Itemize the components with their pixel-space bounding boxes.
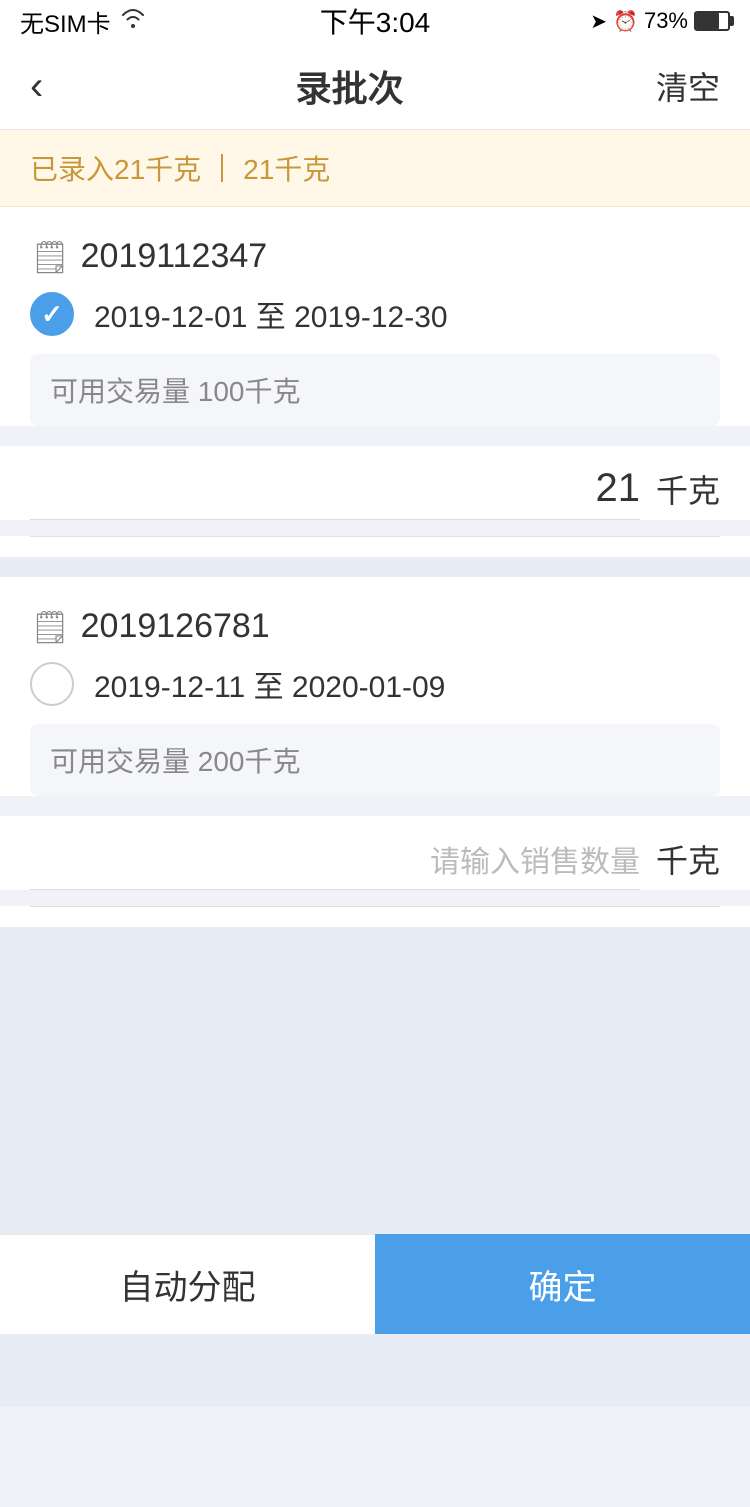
confirm-button[interactable]: 确定 <box>375 1234 750 1334</box>
auto-distribute-button[interactable]: 自动分配 <box>0 1234 375 1334</box>
status-right: ➤ ⏰ 73% <box>590 8 730 34</box>
section-divider <box>0 557 750 577</box>
quantity-row-2: 请输入销售数量 千克 <box>0 816 750 890</box>
radio-2[interactable] <box>30 662 74 706</box>
batch-date-2: 2019-12-11 至 2020-01-09 <box>94 662 445 706</box>
back-button[interactable]: ‹ <box>30 66 43 106</box>
batch-id-1: 2019112347 <box>81 237 268 276</box>
batch-header-1: 🗒 2019112347 <box>30 237 720 276</box>
sim-label: 无SIM卡 <box>20 4 111 39</box>
quantity-value-1[interactable]: 21 <box>595 466 640 511</box>
available-row-2: 可用交易量 200千克 <box>30 724 720 796</box>
batch-row-2[interactable]: 2019-12-11 至 2020-01-09 <box>30 662 720 706</box>
separator-2 <box>30 906 720 907</box>
batch-row-1[interactable]: ✓ 2019-12-01 至 2019-12-30 <box>30 292 720 336</box>
quantity-placeholder-2[interactable]: 请输入销售数量 <box>430 837 640 881</box>
batch-header-2: 🗒 2019126781 <box>30 607 720 646</box>
quantity-input-area-2: 请输入销售数量 <box>30 837 640 890</box>
quantity-row-1: 21 千克 <box>0 446 750 520</box>
unit-label-1: 千克 <box>656 466 720 520</box>
nav-bar: ‹ 录批次 清空 <box>0 42 750 130</box>
batch-item-2: 🗒 2019126781 2019-12-11 至 2020-01-09 可用交… <box>0 577 750 796</box>
info-value: 21千克 <box>243 148 330 188</box>
empty-area <box>0 927 750 1407</box>
quantity-input-area-1: 21 <box>30 466 640 520</box>
radio-1[interactable]: ✓ <box>30 292 74 336</box>
wifi-icon <box>119 7 147 35</box>
status-bar: 无SIM卡 下午3:04 ➤ ⏰ 73% <box>0 0 750 42</box>
doc-icon-2: 🗒 <box>30 608 71 646</box>
separator-1 <box>30 536 720 537</box>
alarm-icon: ⏰ <box>613 9 638 34</box>
unit-label-2: 千克 <box>656 836 720 890</box>
battery-label: 73% <box>644 8 688 34</box>
batch-date-1: 2019-12-01 至 2019-12-30 <box>94 292 448 336</box>
location-icon: ➤ <box>590 9 607 34</box>
bottom-bar: 自动分配 确定 <box>0 1234 750 1334</box>
status-left: 无SIM卡 <box>20 4 147 39</box>
recorded-label: 已录入21千克 <box>30 148 201 188</box>
clear-button[interactable]: 清空 <box>656 63 720 109</box>
batch-id-2: 2019126781 <box>81 607 270 646</box>
available-row-1: 可用交易量 100千克 <box>30 354 720 426</box>
info-banner: 已录入21千克 21千克 <box>0 130 750 207</box>
info-divider <box>221 154 223 182</box>
doc-icon-1: 🗒 <box>30 238 71 276</box>
batch-item-1: 🗒 2019112347 ✓ 2019-12-01 至 2019-12-30 可… <box>0 207 750 426</box>
page-title: 录批次 <box>296 60 404 112</box>
battery-icon <box>694 11 730 31</box>
check-icon-1: ✓ <box>41 301 63 327</box>
status-time: 下午3:04 <box>320 1 431 41</box>
